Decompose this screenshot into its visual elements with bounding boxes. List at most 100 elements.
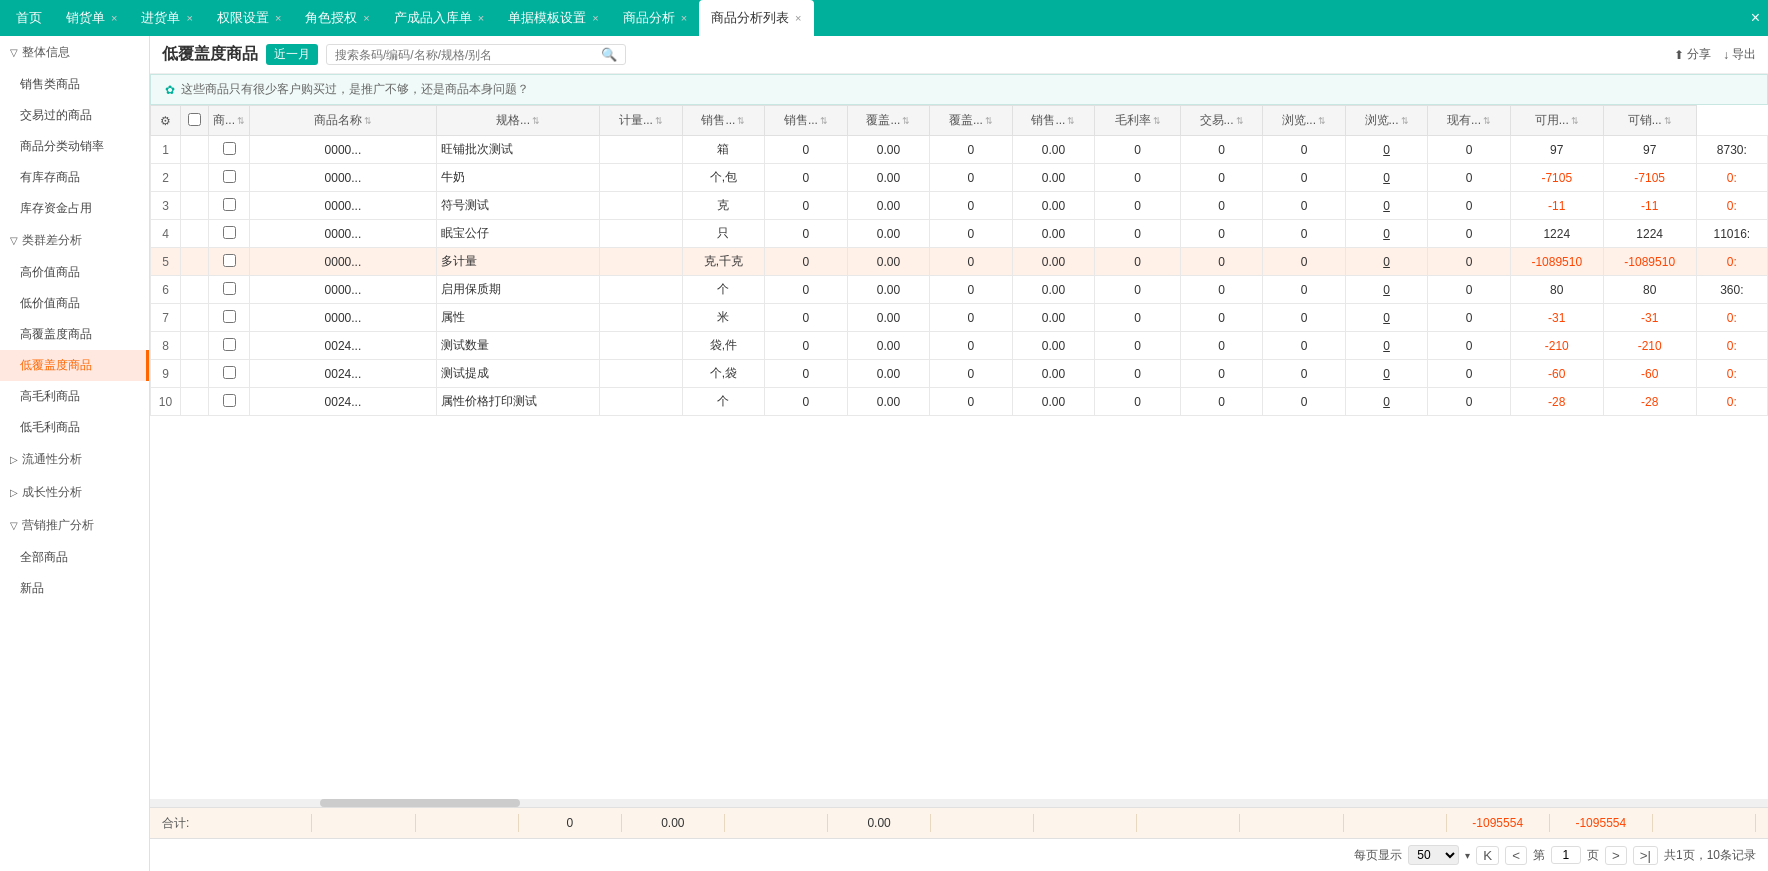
row-checkbox[interactable]: [223, 366, 236, 379]
sidebar-item-all-goods[interactable]: 全部商品: [0, 542, 149, 573]
row-checkbox[interactable]: [223, 254, 236, 267]
th-gross-margin[interactable]: 毛利率⇅: [1095, 106, 1181, 136]
close-icon[interactable]: ×: [592, 12, 598, 24]
close-icon[interactable]: ×: [681, 12, 687, 24]
th-saleable[interactable]: 可销...⇅: [1603, 106, 1696, 136]
row-checkbox[interactable]: [223, 142, 236, 155]
td-browse1[interactable]: 0: [1345, 304, 1428, 332]
close-all-tabs-button[interactable]: ×: [1751, 9, 1760, 27]
sidebar-item-traded-goods[interactable]: 交易过的商品: [0, 100, 149, 131]
row-checkbox[interactable]: [223, 310, 236, 323]
td-browse1[interactable]: 0: [1345, 276, 1428, 304]
th-sales-rate[interactable]: 销售...⇅: [1012, 106, 1095, 136]
td-browse1[interactable]: 0: [1345, 192, 1428, 220]
th-spec[interactable]: 规格...⇅: [436, 106, 599, 136]
td-checkbox[interactable]: [209, 220, 250, 248]
sidebar-item-category-rate[interactable]: 商品分类动销率: [0, 131, 149, 162]
close-icon[interactable]: ×: [186, 12, 192, 24]
td-checkbox[interactable]: [209, 388, 250, 416]
td-checkbox[interactable]: [209, 164, 250, 192]
th-current-stock[interactable]: 现有...⇅: [1428, 106, 1511, 136]
td-browse2: 0: [1428, 164, 1511, 192]
sidebar-item-stock-capital[interactable]: 库存资金占用: [0, 193, 149, 224]
first-page-button[interactable]: K: [1476, 846, 1499, 865]
sidebar-item-low-margin[interactable]: 低毛利商品: [0, 412, 149, 443]
th-name[interactable]: 商品名称⇅: [250, 106, 437, 136]
next-page-button[interactable]: >: [1605, 846, 1627, 865]
td-checkbox[interactable]: [209, 276, 250, 304]
th-sales-count[interactable]: 销售...⇅: [682, 106, 765, 136]
sidebar-section-overall[interactable]: ▽ 整体信息: [0, 36, 149, 69]
td-browse1[interactable]: 0: [1345, 388, 1428, 416]
th-settings[interactable]: ⚙: [151, 106, 181, 136]
sidebar-item-sales-goods[interactable]: 销售类商品: [0, 69, 149, 100]
td-browse1[interactable]: 0: [1345, 136, 1428, 164]
nav-tab-purchase[interactable]: 进货单 ×: [129, 0, 204, 36]
prev-page-button[interactable]: <: [1505, 846, 1527, 865]
row-checkbox[interactable]: [223, 198, 236, 211]
td-checkbox[interactable]: [209, 304, 250, 332]
last-page-button[interactable]: >|: [1633, 846, 1658, 865]
nav-tab-sales[interactable]: 销货单 ×: [54, 0, 129, 36]
sidebar-item-high-coverage[interactable]: 高覆盖度商品: [0, 319, 149, 350]
nav-tab-home[interactable]: 首页: [4, 0, 54, 36]
sidebar-item-high-margin[interactable]: 高毛利商品: [0, 381, 149, 412]
td-current-stock: -60: [1510, 360, 1603, 388]
nav-tab-production[interactable]: 产成品入库单 ×: [382, 0, 496, 36]
nav-tab-roles[interactable]: 角色授权 ×: [293, 0, 381, 36]
close-icon[interactable]: ×: [275, 12, 281, 24]
export-button[interactable]: ↓ 导出: [1723, 46, 1756, 63]
row-checkbox[interactable]: [223, 282, 236, 295]
td-browse1[interactable]: 0: [1345, 248, 1428, 276]
close-icon[interactable]: ×: [363, 12, 369, 24]
td-checkbox[interactable]: [209, 136, 250, 164]
scrollbar-thumb[interactable]: [320, 799, 520, 807]
th-unit[interactable]: 计量...⇅: [600, 106, 683, 136]
nav-tab-analysis-list[interactable]: 商品分析列表 ×: [699, 0, 813, 36]
close-icon[interactable]: ×: [111, 12, 117, 24]
share-button[interactable]: ⬆ 分享: [1674, 46, 1711, 63]
th-browse2[interactable]: 浏览...⇅: [1345, 106, 1428, 136]
sidebar-section-group[interactable]: ▽ 类群差分析: [0, 224, 149, 257]
sidebar-item-high-value[interactable]: 高价值商品: [0, 257, 149, 288]
nav-tab-templates[interactable]: 单据模板设置 ×: [496, 0, 610, 36]
period-button[interactable]: 近一月: [266, 44, 318, 65]
sidebar-section-growth[interactable]: ▷ 成长性分析: [0, 476, 149, 509]
sidebar-item-low-coverage[interactable]: 低覆盖度商品: [0, 350, 149, 381]
sidebar-item-new-goods[interactable]: 新品: [0, 573, 149, 604]
th-browse1[interactable]: 浏览...⇅: [1263, 106, 1346, 136]
nav-tab-permissions[interactable]: 权限设置 ×: [205, 0, 293, 36]
sidebar-item-low-value[interactable]: 低价值商品: [0, 288, 149, 319]
th-sales-amount[interactable]: 销售...⇅: [765, 106, 848, 136]
td-browse1[interactable]: 0: [1345, 164, 1428, 192]
td-browse1[interactable]: 0: [1345, 220, 1428, 248]
th-checkbox[interactable]: [181, 106, 209, 136]
th-coverage2[interactable]: 覆盖...⇅: [930, 106, 1013, 136]
select-all-checkbox[interactable]: [188, 113, 201, 126]
th-code[interactable]: 商...⇅: [209, 106, 250, 136]
th-coverage1[interactable]: 覆盖...⇅: [847, 106, 930, 136]
row-checkbox[interactable]: [223, 226, 236, 239]
td-checkbox[interactable]: [209, 248, 250, 276]
td-checkbox[interactable]: [209, 192, 250, 220]
td-browse1[interactable]: 0: [1345, 332, 1428, 360]
td-browse1[interactable]: 0: [1345, 360, 1428, 388]
td-checkbox[interactable]: [209, 332, 250, 360]
sidebar-section-marketing[interactable]: ▽ 营销推广分析: [0, 509, 149, 542]
current-page-input[interactable]: [1551, 846, 1581, 864]
per-page-select[interactable]: 50 100 200: [1408, 845, 1459, 865]
th-transaction[interactable]: 交易...⇅: [1180, 106, 1263, 136]
row-checkbox[interactable]: [223, 394, 236, 407]
sidebar-item-stock-goods[interactable]: 有库存商品: [0, 162, 149, 193]
search-input[interactable]: [335, 48, 601, 62]
search-icon[interactable]: 🔍: [601, 47, 617, 62]
nav-tab-analysis[interactable]: 商品分析 ×: [611, 0, 699, 36]
row-checkbox[interactable]: [223, 338, 236, 351]
sidebar-section-flow[interactable]: ▷ 流通性分析: [0, 443, 149, 476]
th-available-stock[interactable]: 可用...⇅: [1510, 106, 1603, 136]
row-checkbox[interactable]: [223, 170, 236, 183]
close-icon[interactable]: ×: [478, 12, 484, 24]
close-icon[interactable]: ×: [795, 12, 801, 24]
horizontal-scrollbar[interactable]: [150, 799, 1768, 807]
td-checkbox[interactable]: [209, 360, 250, 388]
